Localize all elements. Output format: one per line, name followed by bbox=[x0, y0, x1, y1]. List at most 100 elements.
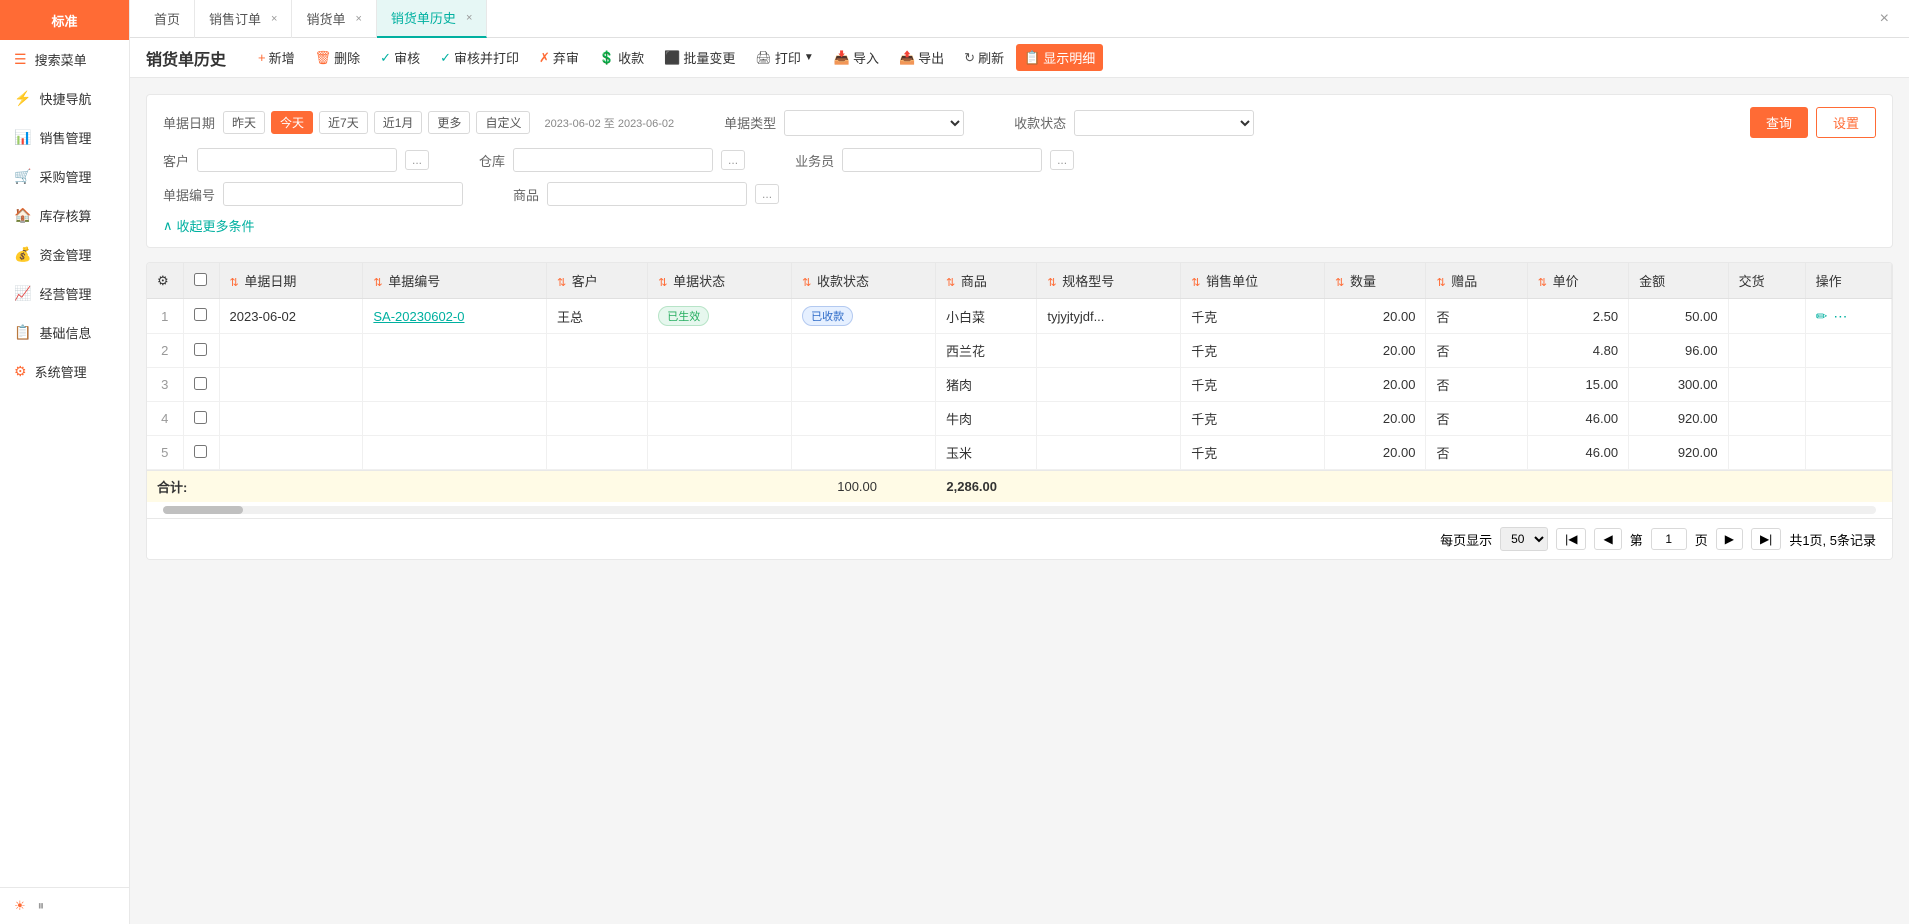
cell-checkbox-4[interactable] bbox=[183, 402, 219, 436]
sort-date-icon: ⇅ bbox=[230, 277, 239, 289]
cell-checkbox-1[interactable] bbox=[183, 299, 219, 334]
discard-icon: ✗ bbox=[539, 50, 550, 66]
close-all-tabs[interactable]: × bbox=[1870, 10, 1899, 28]
new-button[interactable]: + 新增 bbox=[250, 44, 303, 71]
col-doc-no[interactable]: ⇅ 单据编号 bbox=[363, 263, 547, 299]
warehouse-filter-group: 仓库 ... bbox=[479, 148, 745, 172]
cell-doc-status-2 bbox=[648, 334, 792, 368]
col-payment-status[interactable]: ⇅ 收款状态 bbox=[792, 263, 936, 299]
cell-row-no-1: 1 bbox=[147, 299, 183, 334]
doc-type-select[interactable] bbox=[784, 110, 964, 136]
more-icon-1[interactable]: ⋯ bbox=[1833, 308, 1847, 325]
col-unit[interactable]: ⇅ 销售单位 bbox=[1181, 263, 1325, 299]
discard-button[interactable]: ✗ 弃审 bbox=[531, 44, 587, 71]
delete-button[interactable]: 🗑 删除 bbox=[307, 44, 369, 71]
sidebar-item-label: 搜索菜单 bbox=[35, 50, 87, 69]
collapse-button[interactable]: ∧ 收起更多条件 bbox=[163, 216, 1876, 235]
tab-sales-delivery[interactable]: 销货单 × bbox=[292, 0, 376, 38]
scrollbar-thumb[interactable] bbox=[163, 506, 243, 514]
prev-page-btn[interactable]: ◀ bbox=[1594, 528, 1621, 550]
sidebar-item-system-mgmt[interactable]: ⚙ 系统管理 bbox=[0, 352, 129, 391]
product-picker-btn[interactable]: ... bbox=[755, 184, 779, 204]
row-checkbox-1[interactable] bbox=[194, 308, 207, 321]
tab-home[interactable]: 首页 bbox=[140, 0, 195, 38]
sidebar-item-inventory[interactable]: 🏠 库存核算 bbox=[0, 196, 129, 235]
date-tag-more[interactable]: 更多 bbox=[428, 111, 470, 134]
page-size-select[interactable]: 50 bbox=[1500, 527, 1548, 551]
sidebar-item-operation[interactable]: 📈 经营管理 bbox=[0, 274, 129, 313]
sidebar-item-purchase-mgmt[interactable]: 🛒 采购管理 bbox=[0, 157, 129, 196]
export-button[interactable]: 📤 导出 bbox=[891, 44, 952, 71]
audit-button[interactable]: ✓ 审核 bbox=[372, 44, 428, 71]
col-spec[interactable]: ⇅ 规格型号 bbox=[1037, 263, 1181, 299]
date-tag-1month[interactable]: 近1月 bbox=[374, 111, 423, 134]
page-number-input[interactable] bbox=[1651, 528, 1687, 550]
sidebar-icon-1[interactable]: ☀ bbox=[14, 898, 26, 914]
refresh-button[interactable]: ↻ 刷新 bbox=[956, 44, 1012, 71]
product-input[interactable] bbox=[547, 182, 747, 206]
date-tag-today[interactable]: 今天 bbox=[271, 111, 313, 134]
show-detail-button[interactable]: 📋 显示明细 bbox=[1016, 44, 1103, 71]
select-all-checkbox[interactable] bbox=[194, 273, 207, 286]
sidebar-item-quick-nav[interactable]: ⚡ 快捷导航 bbox=[0, 79, 129, 118]
tab-sales-order[interactable]: 销售订单 × bbox=[195, 0, 292, 38]
sidebar-item-basic-info[interactable]: 📋 基础信息 bbox=[0, 313, 129, 352]
collect-icon: 💲 bbox=[599, 50, 615, 66]
col-customer[interactable]: ⇅ 客户 bbox=[546, 263, 647, 299]
audit-print-button[interactable]: ✓ 审核并打印 bbox=[432, 44, 527, 71]
staff-input[interactable] bbox=[842, 148, 1042, 172]
col-settings[interactable]: ⚙ bbox=[147, 263, 183, 299]
col-doc-status[interactable]: ⇅ 单据状态 bbox=[648, 263, 792, 299]
total-qty: 100.00 bbox=[217, 479, 897, 494]
customer-input[interactable] bbox=[197, 148, 397, 172]
next-page-btn[interactable]: ▶ bbox=[1716, 528, 1743, 550]
batch-change-button[interactable]: ⬛ 批量变更 bbox=[656, 44, 743, 71]
set-button[interactable]: 设置 bbox=[1816, 107, 1876, 138]
sidebar-item-sales-mgmt[interactable]: 📊 销售管理 bbox=[0, 118, 129, 157]
sidebar-icon-2[interactable]: ⏸ bbox=[38, 898, 45, 914]
scrollbar-track[interactable] bbox=[163, 506, 1876, 514]
row-checkbox-4[interactable] bbox=[194, 411, 207, 424]
customer-picker-btn[interactable]: ... bbox=[405, 150, 429, 170]
query-button[interactable]: 查询 bbox=[1750, 107, 1808, 138]
edit-icon-1[interactable]: ✏ bbox=[1816, 308, 1828, 325]
cell-payment-status-4 bbox=[792, 402, 936, 436]
warehouse-label: 仓库 bbox=[479, 151, 505, 170]
import-button[interactable]: 📥 导入 bbox=[826, 44, 887, 71]
doc-no-input[interactable] bbox=[223, 182, 463, 206]
col-date[interactable]: ⇅ 单据日期 bbox=[219, 263, 363, 299]
export-icon: 📤 bbox=[899, 50, 915, 66]
col-gift[interactable]: ⇅ 赠品 bbox=[1426, 263, 1527, 299]
staff-picker-btn[interactable]: ... bbox=[1050, 150, 1074, 170]
cell-checkbox-5[interactable] bbox=[183, 436, 219, 470]
tab-sales-delivery-close[interactable]: × bbox=[355, 13, 361, 25]
warehouse-input[interactable] bbox=[513, 148, 713, 172]
tab-sales-history[interactable]: 销货单历史 × bbox=[377, 0, 487, 38]
last-page-btn[interactable]: ▶| bbox=[1751, 528, 1781, 550]
date-tag-custom[interactable]: 自定义 bbox=[476, 111, 530, 134]
tab-sales-order-close[interactable]: × bbox=[271, 13, 277, 25]
date-tag-yesterday[interactable]: 昨天 bbox=[223, 111, 265, 134]
print-button[interactable]: 🖨 打印 ▼ bbox=[747, 44, 821, 71]
sidebar-item-label: 库存核算 bbox=[39, 206, 91, 225]
payment-status-select[interactable] bbox=[1074, 110, 1254, 136]
row-checkbox-3[interactable] bbox=[194, 377, 207, 390]
col-unit-price[interactable]: ⇅ 单价 bbox=[1527, 263, 1628, 299]
cell-checkbox-3[interactable] bbox=[183, 368, 219, 402]
first-page-btn[interactable]: |◀ bbox=[1556, 528, 1586, 550]
warehouse-picker-btn[interactable]: ... bbox=[721, 150, 745, 170]
col-qty[interactable]: ⇅ 数量 bbox=[1325, 263, 1426, 299]
collect-button[interactable]: 💲 收款 bbox=[591, 44, 652, 71]
sidebar-item-search-menu[interactable]: ☰ 搜索菜单 bbox=[0, 40, 129, 79]
page-unit: 页 bbox=[1695, 530, 1708, 549]
cell-doc-no-1[interactable]: SA-20230602-0 bbox=[363, 299, 547, 334]
cell-unit-price-4: 46.00 bbox=[1527, 402, 1628, 436]
date-tag-7days[interactable]: 近7天 bbox=[319, 111, 368, 134]
col-product[interactable]: ⇅ 商品 bbox=[936, 263, 1037, 299]
row-checkbox-2[interactable] bbox=[194, 343, 207, 356]
row-checkbox-5[interactable] bbox=[194, 445, 207, 458]
col-checkbox bbox=[183, 263, 219, 299]
cell-checkbox-2[interactable] bbox=[183, 334, 219, 368]
tab-sales-history-close[interactable]: × bbox=[466, 12, 472, 24]
sidebar-item-finance[interactable]: 💰 资金管理 bbox=[0, 235, 129, 274]
